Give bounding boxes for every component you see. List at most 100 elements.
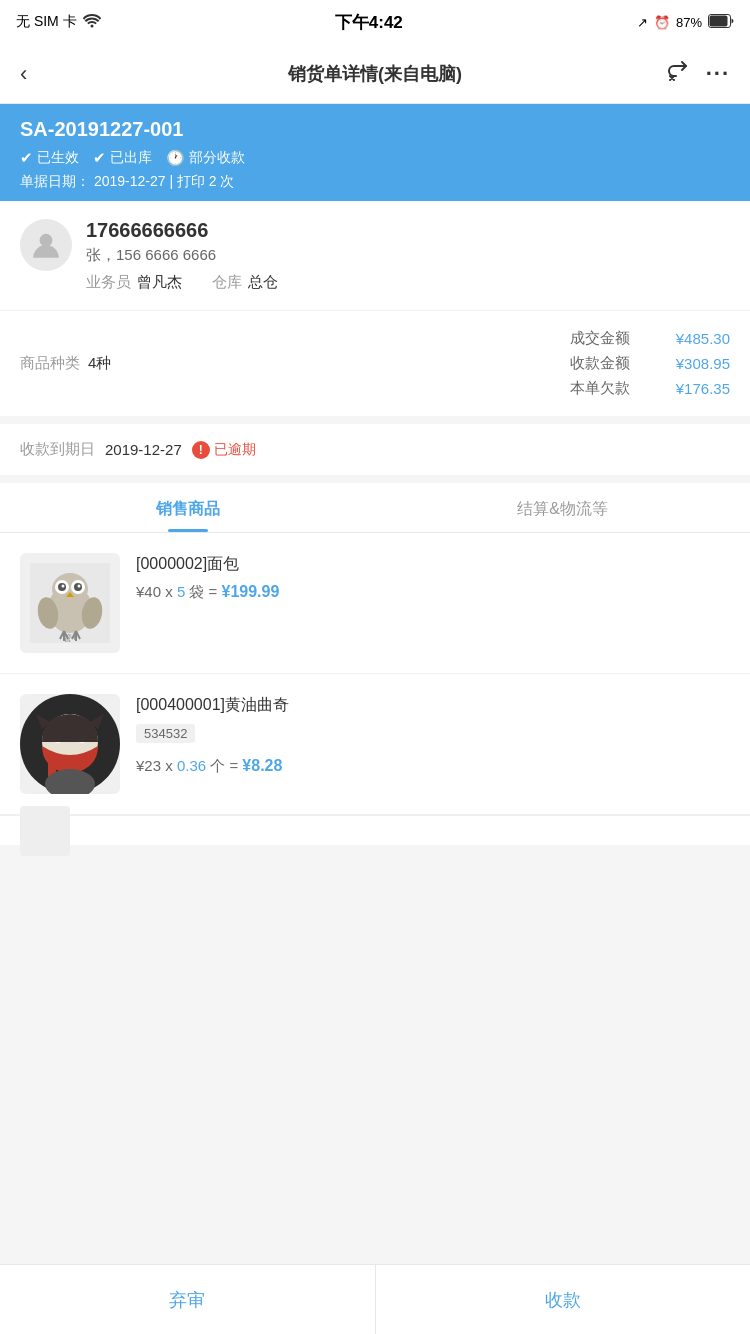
tabs-section: 销售商品 结算&物流等: [0, 483, 750, 533]
confirm-button[interactable]: 收款: [376, 1265, 751, 1334]
product-name-2: [000400001]黄油曲奇: [136, 694, 730, 716]
sales-rep-value: 曾凡杰: [137, 273, 182, 292]
status-right: ↗ ⏰ 87%: [637, 14, 734, 31]
warehouse-item: 仓库 总仓: [212, 273, 278, 292]
customer-meta: 业务员 曾凡杰 仓库 总仓: [86, 273, 730, 292]
order-status-tags: ✔ 已生效 ✔ 已出库 🕐 部分收款: [20, 149, 730, 167]
status-left: 无 SIM 卡: [16, 13, 101, 31]
deal-amount-label: 成交金额: [570, 329, 630, 348]
bottom-bar: 弃审 收款: [0, 1264, 750, 1334]
unit-price-1: ¥40: [136, 583, 161, 600]
product-item: 管+ [0000002]面包 ¥40 x 5 袋 = ¥199.99: [0, 533, 750, 674]
product-types: 商品种类 4种: [20, 354, 570, 373]
customer-info: 17666666666 张，156 6666 6666 业务员 曾凡杰 仓库 总…: [86, 219, 730, 292]
product-thumbnail-1: 管+: [20, 553, 120, 653]
order-date: 2019-12-27: [94, 173, 166, 189]
customer-id: 17666666666: [86, 219, 730, 242]
unit-1: 袋: [189, 583, 204, 600]
due-date-label: 收款到期日: [20, 440, 95, 459]
overdue-badge: ! 已逾期: [192, 441, 256, 459]
check-icon-1: ✔: [20, 149, 33, 167]
print-info: | 打印 2 次: [169, 173, 234, 189]
overdue-text: 已逾期: [214, 441, 256, 459]
quantity-1: 5: [177, 583, 185, 600]
tab-sales-label: 销售商品: [156, 500, 220, 517]
products-list: 管+ [0000002]面包 ¥40 x 5 袋 = ¥199.99: [0, 533, 750, 845]
quantity-2: 0.36: [177, 757, 206, 774]
product-price-2: ¥23 x 0.36 个 = ¥8.28: [136, 757, 730, 776]
product-item-2: [000400001]黄油曲奇 534532 ¥23 x 0.36 个 = ¥8…: [0, 674, 750, 815]
carrier-text: 无 SIM 卡: [16, 13, 77, 31]
clock-icon: 🕐: [166, 149, 185, 167]
deal-amount-row: 成交金额 ¥485.30: [570, 329, 730, 348]
location-icon: ↗: [637, 15, 648, 30]
status-time: 下午4:42: [335, 11, 403, 34]
alarm-icon: ⏰: [654, 15, 670, 30]
status-tag-effective: ✔ 已生效: [20, 149, 79, 167]
product-info-2: [000400001]黄油曲奇 534532 ¥23 x 0.36 个 = ¥8…: [136, 694, 730, 776]
battery-percent: 87%: [676, 15, 702, 30]
customer-contact: 张，156 6666 6666: [86, 246, 730, 265]
amount-section: 商品种类 4种 成交金额 ¥485.30 收款金额 ¥308.95 本单欠款 ¥…: [0, 311, 750, 424]
received-value: ¥308.95: [650, 355, 730, 372]
debt-row: 本单欠款 ¥176.35: [570, 379, 730, 398]
warehouse-label: 仓库: [212, 273, 242, 292]
product-sku-2: 534532: [136, 724, 195, 743]
product-name-1: [0000002]面包: [136, 553, 730, 575]
back-button[interactable]: ‹: [12, 53, 35, 95]
share-icon[interactable]: [666, 60, 688, 87]
product-info-1: [0000002]面包 ¥40 x 5 袋 = ¥199.99: [136, 553, 730, 602]
amount-right: 成交金额 ¥485.30 收款金额 ¥308.95 本单欠款 ¥176.35: [570, 329, 730, 398]
tab-underline: [168, 529, 208, 532]
product-price-1: ¥40 x 5 袋 = ¥199.99: [136, 583, 730, 602]
sales-rep-item: 业务员 曾凡杰: [86, 273, 182, 292]
order-header-banner: SA-20191227-001 ✔ 已生效 ✔ 已出库 🕐 部分收款 单据日期：…: [0, 104, 750, 201]
status-tag-partial-payment: 🕐 部分收款: [166, 149, 245, 167]
debt-label: 本单欠款: [570, 379, 630, 398]
customer-section: 17666666666 张，156 6666 6666 业务员 曾凡杰 仓库 总…: [0, 201, 750, 311]
due-date-value: 2019-12-27: [105, 441, 182, 458]
product-thumbnail-2: [20, 694, 120, 794]
tab-sales-products[interactable]: 销售商品: [0, 483, 375, 532]
tag-shipped-label: 已出库: [110, 149, 152, 167]
unit-price-2: ¥23: [136, 757, 161, 774]
warehouse-value: 总仓: [248, 273, 278, 292]
check-icon-2: ✔: [93, 149, 106, 167]
battery-icon: [708, 14, 734, 31]
tag-partial-label: 部分收款: [189, 149, 245, 167]
product-types-value: 4种: [88, 354, 111, 373]
tab-settlement-label: 结算&物流等: [517, 500, 608, 517]
order-date-line: 单据日期： 2019-12-27 | 打印 2 次: [20, 173, 730, 191]
nav-title: 销货单详情(来自电脑): [288, 62, 462, 86]
overdue-warning-icon: !: [192, 441, 210, 459]
sales-rep-label: 业务员: [86, 273, 131, 292]
date-label: 单据日期：: [20, 173, 90, 189]
wifi-icon: [83, 14, 101, 31]
cancel-label: 弃审: [169, 1288, 205, 1312]
svg-point-11: [78, 585, 81, 588]
svg-rect-1: [709, 15, 727, 26]
confirm-label: 收款: [545, 1288, 581, 1312]
deal-amount-value: ¥485.30: [650, 330, 730, 347]
customer-avatar: [20, 219, 72, 271]
more-icon[interactable]: ···: [706, 61, 730, 87]
svg-point-10: [62, 585, 65, 588]
order-id: SA-20191227-001: [20, 118, 730, 141]
tag-effective-label: 已生效: [37, 149, 79, 167]
total-2: ¥8.28: [242, 757, 282, 774]
svg-text:管+: 管+: [63, 633, 77, 643]
received-row: 收款金额 ¥308.95: [570, 354, 730, 373]
status-bar: 无 SIM 卡 下午4:42 ↗ ⏰ 87%: [0, 0, 750, 44]
unit-2: 个: [210, 757, 225, 774]
tab-settlement[interactable]: 结算&物流等: [375, 483, 750, 532]
nav-bar: ‹ 销货单详情(来自电脑) ···: [0, 44, 750, 104]
debt-value: ¥176.35: [650, 380, 730, 397]
received-label: 收款金额: [570, 354, 630, 373]
status-tag-shipped: ✔ 已出库: [93, 149, 152, 167]
nav-actions: ···: [666, 60, 730, 87]
cancel-button[interactable]: 弃审: [0, 1265, 376, 1334]
product-types-label: 商品种类: [20, 354, 80, 373]
total-1: ¥199.99: [222, 583, 280, 600]
svg-point-2: [40, 234, 53, 247]
due-date-section: 收款到期日 2019-12-27 ! 已逾期: [0, 424, 750, 483]
